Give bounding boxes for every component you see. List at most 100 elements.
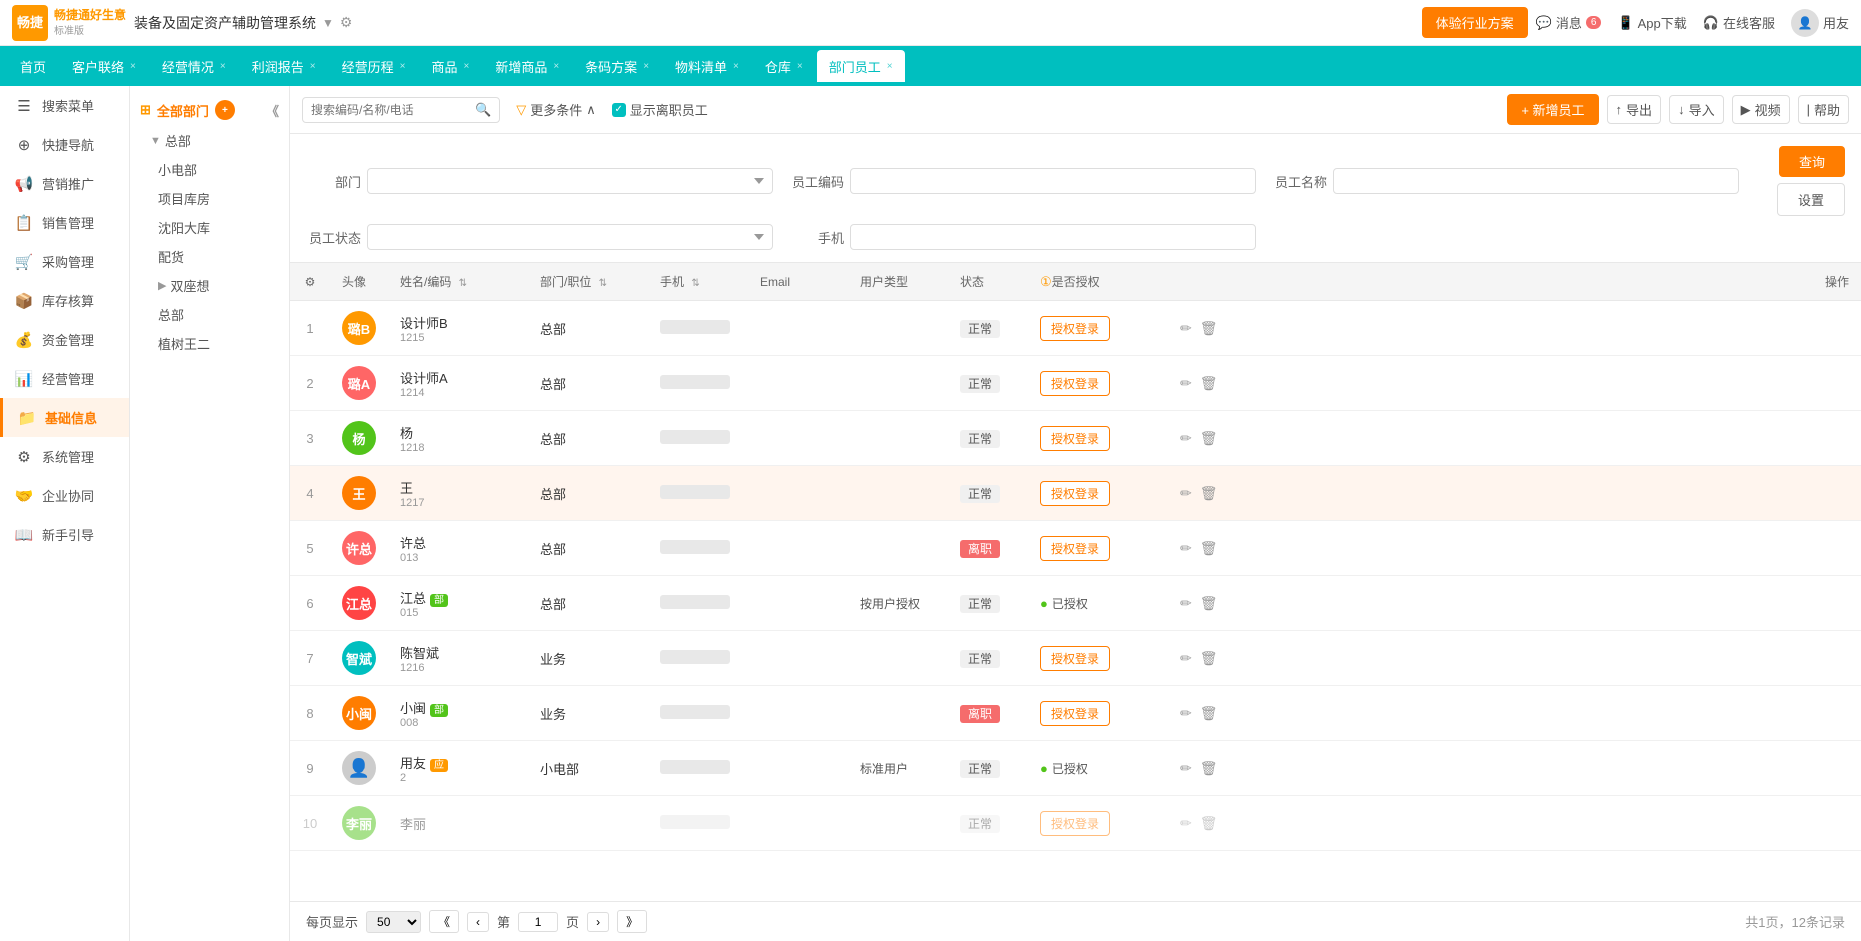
more-conditions-btn[interactable]: ▽ 更多条件 ∧	[508, 96, 604, 123]
col-dept[interactable]: 部门/职位 ⇅	[528, 263, 648, 301]
tab-employees[interactable]: 部门员工×	[817, 50, 905, 82]
delete-icon[interactable]: 🗑	[1200, 485, 1218, 502]
delete-icon[interactable]: 🗑	[1200, 320, 1218, 337]
page-input[interactable]	[518, 912, 558, 932]
dept-item-zhushu[interactable]: 植树王二	[130, 329, 289, 358]
edit-icon[interactable]: ✏	[1180, 320, 1192, 337]
tab-profit-close[interactable]: ×	[310, 61, 316, 72]
authorize-btn[interactable]: 授权登录	[1040, 371, 1110, 396]
search-btn[interactable]: 查询	[1779, 146, 1845, 177]
first-page-btn[interactable]: 《	[429, 910, 459, 933]
edit-icon[interactable]: ✏	[1180, 595, 1192, 612]
tab-history[interactable]: 经营历程×	[330, 50, 418, 82]
add-employee-btn[interactable]: + 新增员工	[1507, 94, 1598, 125]
settings-btn[interactable]: 设置	[1777, 183, 1845, 216]
edit-icon[interactable]: ✏	[1180, 540, 1192, 557]
tab-barcode-close[interactable]: ×	[643, 61, 649, 72]
tab-customer-close[interactable]: ×	[130, 61, 136, 72]
authorize-btn[interactable]: 授权登录	[1040, 426, 1110, 451]
tab-new-goods-close[interactable]: ×	[553, 61, 559, 72]
delete-icon[interactable]: 🗑	[1200, 540, 1218, 557]
last-page-btn[interactable]: 》	[617, 910, 647, 933]
nav-finance[interactable]: 💰 资金管理	[0, 320, 129, 359]
dept-add-btn[interactable]: +	[215, 100, 235, 120]
tab-home[interactable]: 首页	[8, 50, 58, 82]
show-resigned-toggle[interactable]: ✓ 显示离职员工	[612, 100, 708, 119]
dept-collapse-btn[interactable]: 《	[266, 101, 279, 120]
export-btn[interactable]: ↑ 导出	[1607, 95, 1662, 124]
dept-item-distribution[interactable]: 配货	[130, 242, 289, 271]
nav-guide[interactable]: 📖 新手引导	[0, 515, 129, 554]
status-select[interactable]	[367, 224, 773, 250]
nav-sales[interactable]: 📋 销售管理	[0, 203, 129, 242]
tab-goods[interactable]: 商品×	[419, 50, 481, 82]
edit-icon[interactable]: ✏	[1180, 760, 1192, 777]
col-name[interactable]: 姓名/编码 ⇅	[388, 263, 528, 301]
nav-business[interactable]: 📊 经营管理	[0, 359, 129, 398]
tab-bom-close[interactable]: ×	[733, 61, 739, 72]
dept-item-small-electric[interactable]: 小电部	[130, 155, 289, 184]
next-page-btn[interactable]: ›	[587, 912, 609, 932]
delete-icon[interactable]: 🗑	[1200, 815, 1218, 832]
dept-select[interactable]	[367, 168, 773, 194]
show-resigned-checkbox[interactable]: ✓	[612, 103, 626, 117]
tab-operation[interactable]: 经营情况×	[150, 50, 238, 82]
edit-icon[interactable]: ✏	[1180, 430, 1192, 447]
tab-profit[interactable]: 利润报告×	[240, 50, 328, 82]
tab-new-goods[interactable]: 新增商品×	[483, 50, 571, 82]
dept-item-shuangzuo[interactable]: ▶ 双座想	[130, 271, 289, 300]
employee-name-input[interactable]	[1333, 168, 1739, 194]
tab-barcode[interactable]: 条码方案×	[573, 50, 661, 82]
delete-icon[interactable]: 🗑	[1200, 650, 1218, 667]
tab-employees-close[interactable]: ×	[887, 61, 893, 72]
tab-customer[interactable]: 客户联络×	[60, 50, 148, 82]
tab-history-close[interactable]: ×	[400, 61, 406, 72]
delete-icon[interactable]: 🗑	[1200, 595, 1218, 612]
nav-quick-nav[interactable]: ⊕ 快捷导航	[0, 125, 129, 164]
per-page-select[interactable]: 50 20 100	[366, 911, 421, 933]
tab-warehouse-close[interactable]: ×	[797, 61, 803, 72]
dept-all-label[interactable]: 全部部门	[157, 101, 209, 120]
dept-item-shenyang[interactable]: 沈阳大库	[130, 213, 289, 242]
user-menu[interactable]: 👤 用友	[1791, 9, 1849, 37]
authorize-btn[interactable]: 授权登录	[1040, 316, 1110, 341]
import-btn[interactable]: ↓ 导入	[1669, 95, 1724, 124]
system-dropdown-icon[interactable]: ▼	[322, 16, 334, 30]
help-btn[interactable]: | 帮助	[1798, 95, 1849, 124]
dept-item-headquarters[interactable]: ▼ 总部	[130, 126, 289, 155]
phone-input[interactable]	[850, 224, 1256, 250]
edit-icon[interactable]: ✏	[1180, 375, 1192, 392]
employee-code-input[interactable]	[850, 168, 1256, 194]
nav-system[interactable]: ⚙ 系统管理	[0, 437, 129, 476]
delete-icon[interactable]: 🗑	[1200, 705, 1218, 722]
search-input[interactable]	[311, 103, 471, 117]
view-btn[interactable]: ▶ 视频	[1732, 95, 1790, 124]
app-download-btn[interactable]: 📱 App下载	[1617, 13, 1686, 32]
authorize-btn[interactable]: 授权登录	[1040, 701, 1110, 726]
nav-marketing[interactable]: 📢 营销推广	[0, 164, 129, 203]
prev-page-btn[interactable]: ‹	[467, 912, 489, 932]
edit-icon[interactable]: ✏	[1180, 650, 1192, 667]
try-btn[interactable]: 体验行业方案	[1422, 7, 1528, 38]
delete-icon[interactable]: 🗑	[1200, 430, 1218, 447]
edit-icon[interactable]: ✏	[1180, 815, 1192, 832]
online-service-btn[interactable]: 🎧 在线客服	[1703, 13, 1775, 32]
col-phone[interactable]: 手机 ⇅	[648, 263, 748, 301]
authorize-btn[interactable]: 授权登录	[1040, 481, 1110, 506]
message-btn[interactable]: 💬 消息 6	[1536, 13, 1602, 32]
nav-inventory[interactable]: 📦 库存核算	[0, 281, 129, 320]
nav-search-menu[interactable]: ☰ 搜索菜单	[0, 86, 129, 125]
dept-item-project[interactable]: 项目库房	[130, 184, 289, 213]
col-settings[interactable]: ⚙	[290, 263, 330, 301]
delete-icon[interactable]: 🗑	[1200, 760, 1218, 777]
tab-goods-close[interactable]: ×	[463, 61, 469, 72]
nav-purchase[interactable]: 🛒 采购管理	[0, 242, 129, 281]
nav-collab[interactable]: 🤝 企业协同	[0, 476, 129, 515]
edit-icon[interactable]: ✏	[1180, 485, 1192, 502]
delete-icon[interactable]: 🗑	[1200, 375, 1218, 392]
tab-warehouse[interactable]: 仓库×	[753, 50, 815, 82]
authorize-btn[interactable]: 授权登录	[1040, 536, 1110, 561]
tab-operation-close[interactable]: ×	[220, 61, 226, 72]
nav-basic-info[interactable]: 📁 基础信息	[0, 398, 129, 437]
dept-item-zongbu[interactable]: 总部	[130, 300, 289, 329]
